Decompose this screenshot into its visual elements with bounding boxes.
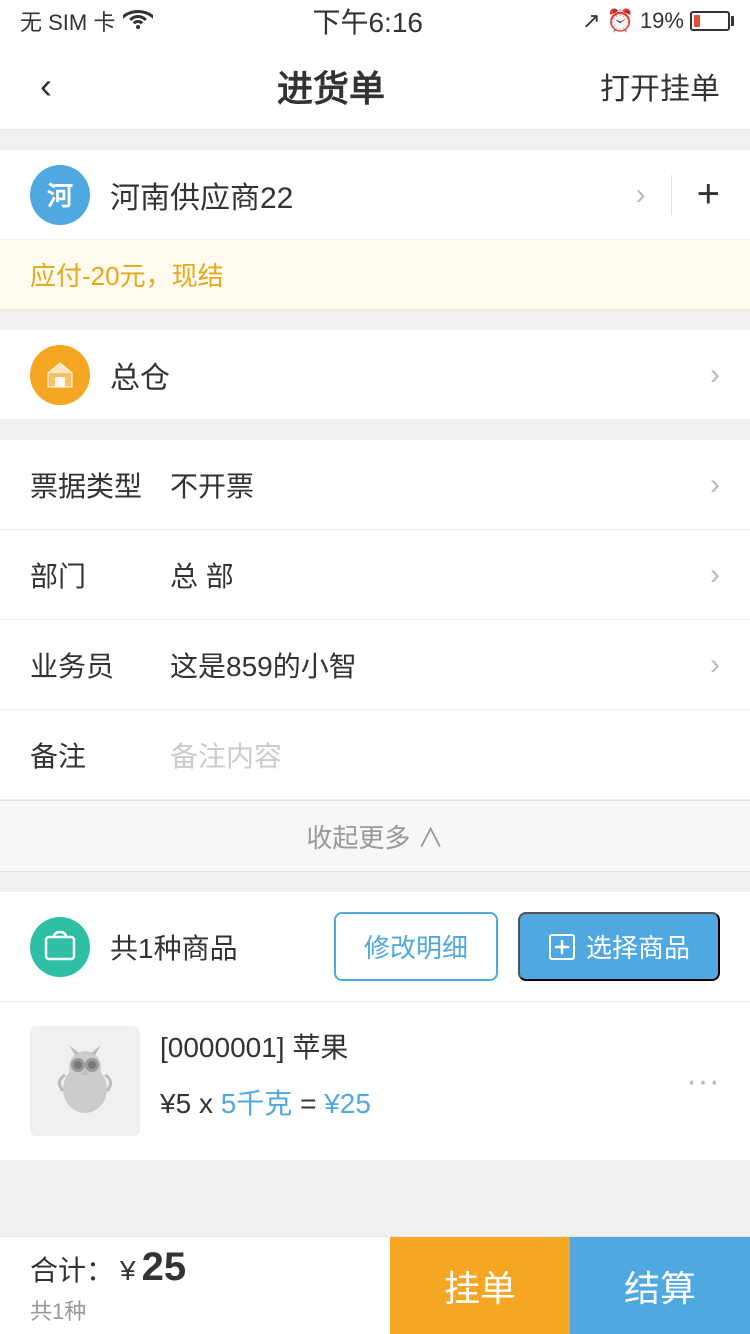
dept-chevron-icon: › <box>710 558 720 592</box>
total-section: 合计： ¥ 25 共1种 <box>0 1237 390 1334</box>
product-price-row: ¥5 x 5千克 = ¥25 <box>160 1082 666 1122</box>
total-currency: ¥ <box>120 1255 136 1287</box>
salesperson-chevron-icon: › <box>710 648 720 682</box>
product-image <box>45 1041 125 1121</box>
status-bar: 无 SIM 卡 下午6:16 ↗ ⏰ 19% <box>0 0 750 42</box>
total-price: ¥25 <box>324 1088 371 1119</box>
products-count-label: 共1种商品 <box>110 927 314 967</box>
form-row-invoice[interactable]: 票据类型 不开票 › <box>0 440 750 530</box>
total-label: 合计： <box>30 1249 114 1289</box>
wifi-icon <box>123 7 153 35</box>
form-row-dept[interactable]: 部门 总 部 › <box>0 530 750 620</box>
products-icon-wrap <box>30 917 90 977</box>
form-key-salesperson: 业务员 <box>30 645 170 685</box>
total-line: 合计： ¥ 25 <box>30 1245 360 1290</box>
supplier-name: 河南供应商22 <box>110 173 636 217</box>
section-gap-2 <box>0 310 750 330</box>
product-name: [0000001] 苹果 <box>160 1026 666 1066</box>
total-count: 共1种 <box>30 1294 360 1326</box>
supplier-divider <box>671 175 672 215</box>
form-value-dept: 总 部 <box>170 555 710 595</box>
equals-sign: = <box>300 1088 324 1119</box>
cart-icon <box>42 929 78 965</box>
product-code: [0000001] <box>160 1032 285 1063</box>
price-unit: ¥5 <box>160 1088 191 1119</box>
status-right: ↗ ⏰ 19% <box>582 8 730 34</box>
supplier-actions: › + <box>636 172 720 217</box>
page-title: 进货单 <box>277 60 385 112</box>
avatar-text: 河 <box>47 176 73 213</box>
section-gap-1 <box>0 130 750 150</box>
products-header: 共1种商品 修改明细 选择商品 <box>0 892 750 1002</box>
hang-button[interactable]: 挂单 <box>390 1237 570 1334</box>
supplier-chevron-icon: › <box>636 178 646 212</box>
product-more-button[interactable]: ··· <box>686 1062 720 1101</box>
form-key-invoice: 票据类型 <box>30 465 170 505</box>
alarm-icon: ⏰ <box>607 8 634 34</box>
supplier-avatar: 河 <box>30 165 90 225</box>
supplier-row[interactable]: 河 河南供应商22 › + <box>0 150 750 240</box>
warehouse-icon <box>44 359 76 391</box>
remark-placeholder: 备注内容 <box>170 735 720 775</box>
add-supplier-button[interactable]: + <box>697 172 720 217</box>
collapse-label: 收起更多 ∧ <box>306 818 443 855</box>
product-title-text: 苹果 <box>292 1032 348 1063</box>
warehouse-row[interactable]: 总仓 › <box>0 330 750 420</box>
checkout-button[interactable]: 结算 <box>570 1237 750 1334</box>
battery-icon <box>690 11 730 31</box>
select-product-button[interactable]: 选择商品 <box>518 912 720 981</box>
form-value-invoice: 不开票 <box>170 465 710 505</box>
select-product-icon <box>548 933 576 961</box>
section-gap-3 <box>0 420 750 440</box>
carrier-label: 无 SIM 卡 <box>20 5 115 37</box>
warehouse-chevron-icon: › <box>710 358 720 392</box>
notice-text: 应付-20元，现结 <box>30 261 224 291</box>
edit-detail-button[interactable]: 修改明细 <box>334 912 498 981</box>
battery-fill <box>694 15 700 27</box>
warehouse-label: 总仓 <box>110 353 710 397</box>
form-key-remark: 备注 <box>30 735 170 775</box>
product-info: [0000001] 苹果 ¥5 x 5千克 = ¥25 <box>160 1026 666 1122</box>
select-product-label: 选择商品 <box>586 928 690 965</box>
quantity-label: 5千克 <box>221 1088 293 1119</box>
form-key-dept: 部门 <box>30 555 170 595</box>
open-hang-button[interactable]: 打开挂单 <box>600 64 720 108</box>
nav-bar: ‹ 进货单 打开挂单 <box>0 42 750 130</box>
status-time: 下午6:16 <box>312 1 423 41</box>
warehouse-icon-wrap <box>30 345 90 405</box>
collapse-button[interactable]: 收起更多 ∧ <box>0 800 750 872</box>
form-row-remark[interactable]: 备注 备注内容 <box>0 710 750 800</box>
status-left: 无 SIM 卡 <box>20 5 153 37</box>
product-card: [0000001] 苹果 ¥5 x 5千克 = ¥25 ··· <box>0 1002 750 1161</box>
total-amount: 25 <box>142 1245 187 1290</box>
back-button[interactable]: ‹ <box>30 55 62 117</box>
invoice-chevron-icon: › <box>710 468 720 502</box>
product-thumbnail <box>30 1026 140 1136</box>
notice-bar: 应付-20元，现结 <box>0 240 750 310</box>
location-icon: ↗ <box>582 8 600 34</box>
price-x: x <box>199 1088 221 1119</box>
battery-percent: 19% <box>640 8 684 34</box>
bottom-bar: 合计： ¥ 25 共1种 挂单 结算 <box>0 1236 750 1334</box>
form-value-salesperson: 这是859的小智 <box>170 645 710 685</box>
form-row-salesperson[interactable]: 业务员 这是859的小智 › <box>0 620 750 710</box>
section-gap-4 <box>0 872 750 892</box>
